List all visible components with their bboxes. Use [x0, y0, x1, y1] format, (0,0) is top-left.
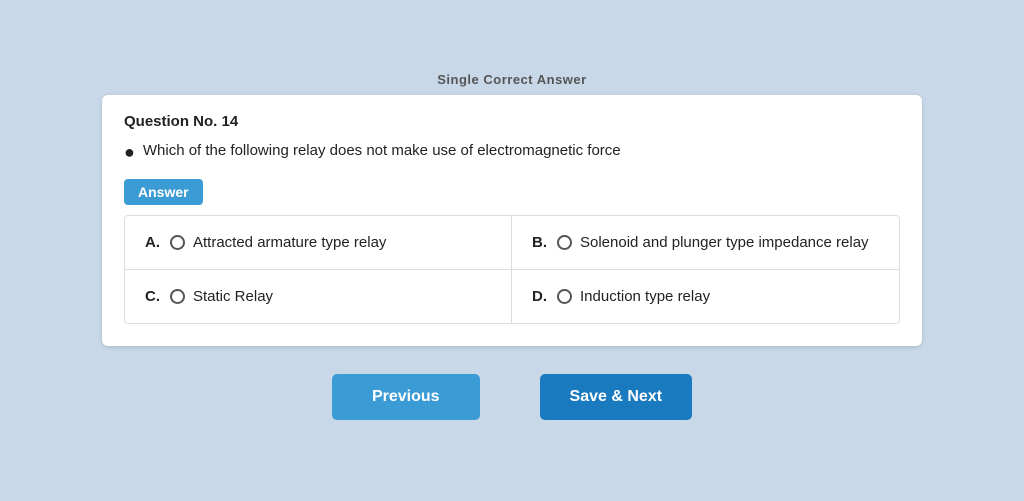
- option-a-text: Attracted armature type relay: [193, 234, 386, 251]
- option-b-label: B.: [532, 234, 547, 251]
- option-b-radio[interactable]: [557, 235, 572, 250]
- option-b-text: Solenoid and plunger type impedance rela…: [580, 234, 869, 251]
- option-c-radio[interactable]: [170, 289, 185, 304]
- options-grid: A. Attracted armature type relay B. Sole…: [124, 215, 900, 324]
- option-a[interactable]: A. Attracted armature type relay: [125, 216, 512, 270]
- option-c-text: Static Relay: [193, 288, 273, 305]
- option-d-text: Induction type relay: [580, 288, 710, 305]
- option-d-radio[interactable]: [557, 289, 572, 304]
- option-b[interactable]: B. Solenoid and plunger type impedance r…: [512, 216, 899, 270]
- option-d-label: D.: [532, 288, 547, 305]
- buttons-row: Previous Save & Next: [102, 374, 922, 420]
- bullet-icon: ●: [124, 143, 135, 161]
- top-bar-text: Single Correct Answer: [437, 72, 586, 87]
- question-card: Question No. 14 ● Which of the following…: [102, 95, 922, 346]
- option-a-radio[interactable]: [170, 235, 185, 250]
- option-c-label: C.: [145, 288, 160, 305]
- question-text: ● Which of the following relay does not …: [124, 142, 900, 161]
- question-body: Which of the following relay does not ma…: [143, 142, 621, 159]
- question-number: Question No. 14: [124, 113, 900, 130]
- save-next-button[interactable]: Save & Next: [540, 374, 693, 420]
- option-c[interactable]: C. Static Relay: [125, 270, 512, 323]
- page-wrapper: Single Correct Answer Question No. 14 ● …: [0, 52, 1024, 450]
- previous-button[interactable]: Previous: [332, 374, 480, 420]
- top-bar: Single Correct Answer: [102, 72, 922, 87]
- answer-label: Answer: [124, 179, 203, 205]
- option-a-label: A.: [145, 234, 160, 251]
- option-d[interactable]: D. Induction type relay: [512, 270, 899, 323]
